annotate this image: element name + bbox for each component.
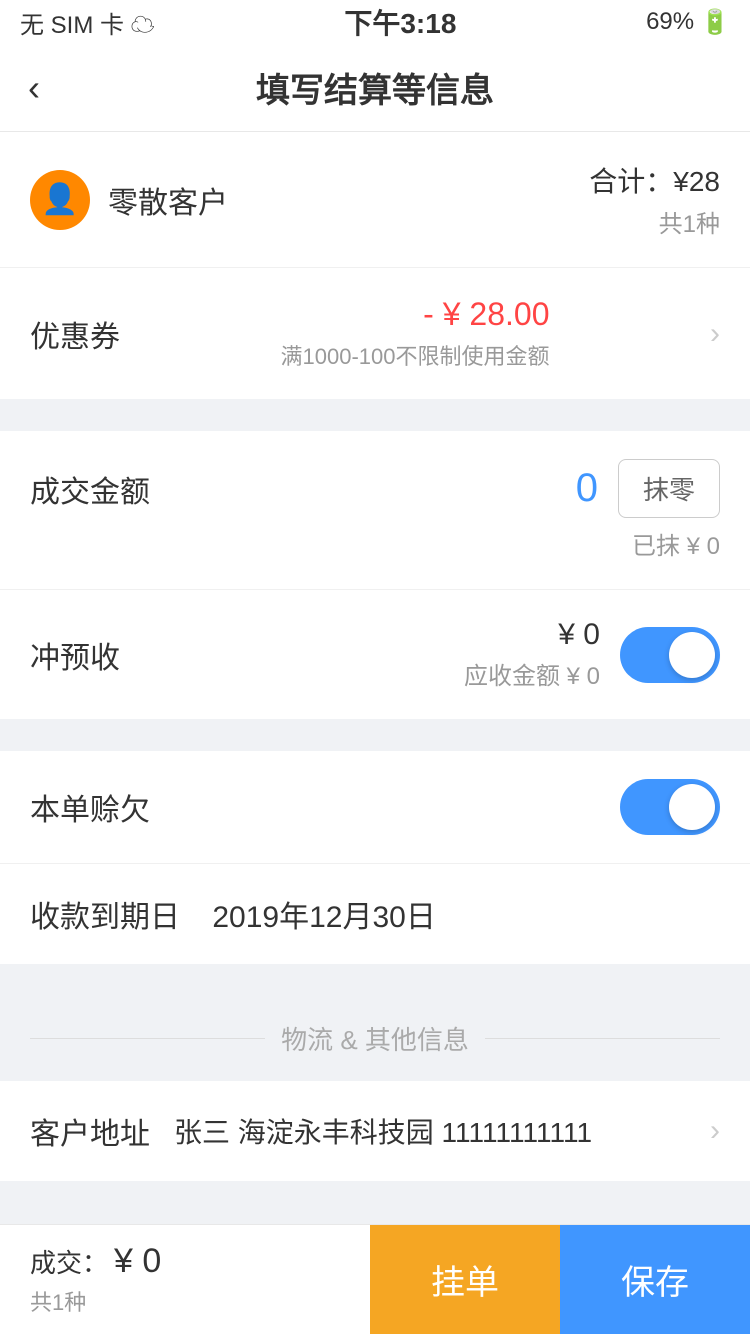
customer-row: 👤 零散客户 合计：¥28 共1种 bbox=[0, 132, 750, 267]
back-button[interactable]: ‹ bbox=[28, 67, 40, 109]
coupon-desc: 满1000-100不限制使用金额 bbox=[281, 339, 550, 371]
transaction-card: 成交金额 0 抹零 已抹 ¥ 0 冲预收 ¥ 0 应收金额 ¥ 0 bbox=[0, 431, 750, 719]
page-title: 填写结算等信息 bbox=[256, 63, 494, 112]
status-left: 无 SIM 卡 ☁ bbox=[20, 5, 155, 40]
logistics-header: 物流 & 其他信息 bbox=[0, 996, 750, 1081]
section-divider-1 bbox=[0, 415, 750, 431]
customer-total: 合计：¥28 共1种 bbox=[589, 160, 720, 239]
advance-section: 冲预收 ¥ 0 应收金额 ¥ 0 bbox=[0, 589, 750, 719]
credit-toggle[interactable] bbox=[620, 779, 720, 835]
chevron-right-icon: › bbox=[710, 317, 720, 351]
bottom-bar: 成交： ¥ 0 共1种 挂单 保存 bbox=[0, 1224, 750, 1334]
bottom-deal-label: 成交： bbox=[30, 1243, 108, 1280]
due-date-row: 收款到期日 2019年12月30日 bbox=[0, 863, 750, 964]
amount-label: 成交金额 bbox=[30, 467, 150, 511]
advance-row: 冲预收 ¥ 0 应收金额 ¥ 0 bbox=[30, 618, 720, 691]
address-value: 张三 海淀永丰科技园 11111111111 bbox=[174, 1111, 710, 1151]
credit-section: 本单赊欠 bbox=[0, 751, 750, 863]
status-right: 69% 🔋 bbox=[646, 8, 730, 37]
advance-value: ¥ 0 bbox=[464, 618, 600, 652]
bottom-deal-value: ¥ 0 bbox=[114, 1242, 161, 1281]
total-amount: 合计：¥28 bbox=[589, 160, 720, 200]
advance-right: ¥ 0 应收金额 ¥ 0 bbox=[464, 618, 720, 691]
customer-info: 👤 零散客户 bbox=[30, 170, 228, 230]
amount-section: 成交金额 0 抹零 已抹 ¥ 0 bbox=[0, 431, 750, 589]
bottom-deal-row: 成交： ¥ 0 bbox=[30, 1242, 340, 1281]
amount-value: 0 bbox=[576, 466, 598, 511]
customer-name: 零散客户 bbox=[108, 178, 228, 222]
signal-text: 无 SIM 卡 ☁ bbox=[20, 5, 155, 40]
advance-label: 冲预收 bbox=[30, 633, 120, 677]
amount-right: 0 抹零 bbox=[576, 459, 720, 518]
coupon-row[interactable]: 优惠券 - ¥ 28.00 满1000-100不限制使用金额 › bbox=[0, 267, 750, 399]
coupon-label: 优惠券 bbox=[30, 312, 120, 356]
due-date-value: 2019年12月30日 bbox=[212, 901, 435, 934]
customer-card: 👤 零散客户 合计：¥28 共1种 优惠券 - ¥ 28.00 满1000-10… bbox=[0, 132, 750, 399]
credit-row: 本单赊欠 bbox=[30, 779, 720, 835]
section-divider-2 bbox=[0, 735, 750, 751]
total-count: 共1种 bbox=[589, 204, 720, 239]
amount-row: 成交金额 0 抹零 bbox=[30, 459, 720, 518]
advance-toggle[interactable] bbox=[620, 627, 720, 683]
credit-label: 本单赊欠 bbox=[30, 785, 150, 829]
battery-icon: 🔋 bbox=[700, 8, 730, 37]
coupon-discount: - ¥ 28.00 bbox=[281, 296, 550, 333]
status-time: 下午3:18 bbox=[344, 2, 456, 42]
address-chevron-icon: › bbox=[710, 1114, 720, 1148]
avatar: 👤 bbox=[30, 170, 90, 230]
coupon-right: - ¥ 28.00 满1000-100不限制使用金额 bbox=[281, 296, 550, 371]
nav-bar: ‹ 填写结算等信息 bbox=[0, 44, 750, 132]
bottom-count: 共1种 bbox=[30, 1285, 340, 1317]
advance-amounts: ¥ 0 应收金额 ¥ 0 bbox=[464, 618, 600, 691]
save-button[interactable]: 保存 bbox=[560, 1225, 750, 1334]
round-button[interactable]: 抹零 bbox=[618, 459, 720, 518]
person-icon: 👤 bbox=[41, 182, 78, 217]
due-date-label: 收款到期日 bbox=[30, 901, 180, 934]
hold-button[interactable]: 挂单 bbox=[370, 1225, 560, 1334]
address-card: 客户地址 张三 海淀永丰科技园 11111111111 › bbox=[0, 1081, 750, 1181]
status-bar: 无 SIM 卡 ☁ 下午3:18 69% 🔋 bbox=[0, 0, 750, 44]
section-divider-3 bbox=[0, 980, 750, 996]
address-label: 客户地址 bbox=[30, 1109, 150, 1153]
credit-card: 本单赊欠 收款到期日 2019年12月30日 bbox=[0, 751, 750, 964]
address-row[interactable]: 客户地址 张三 海淀永丰科技园 11111111111 › bbox=[0, 1081, 750, 1181]
bottom-info: 成交： ¥ 0 共1种 bbox=[0, 1242, 370, 1317]
amount-sub: 已抹 ¥ 0 bbox=[30, 526, 720, 561]
advance-sub: 应收金额 ¥ 0 bbox=[464, 656, 600, 691]
battery-text: 69% bbox=[646, 8, 694, 36]
logistics-label: 物流 & 其他信息 bbox=[281, 1020, 469, 1057]
